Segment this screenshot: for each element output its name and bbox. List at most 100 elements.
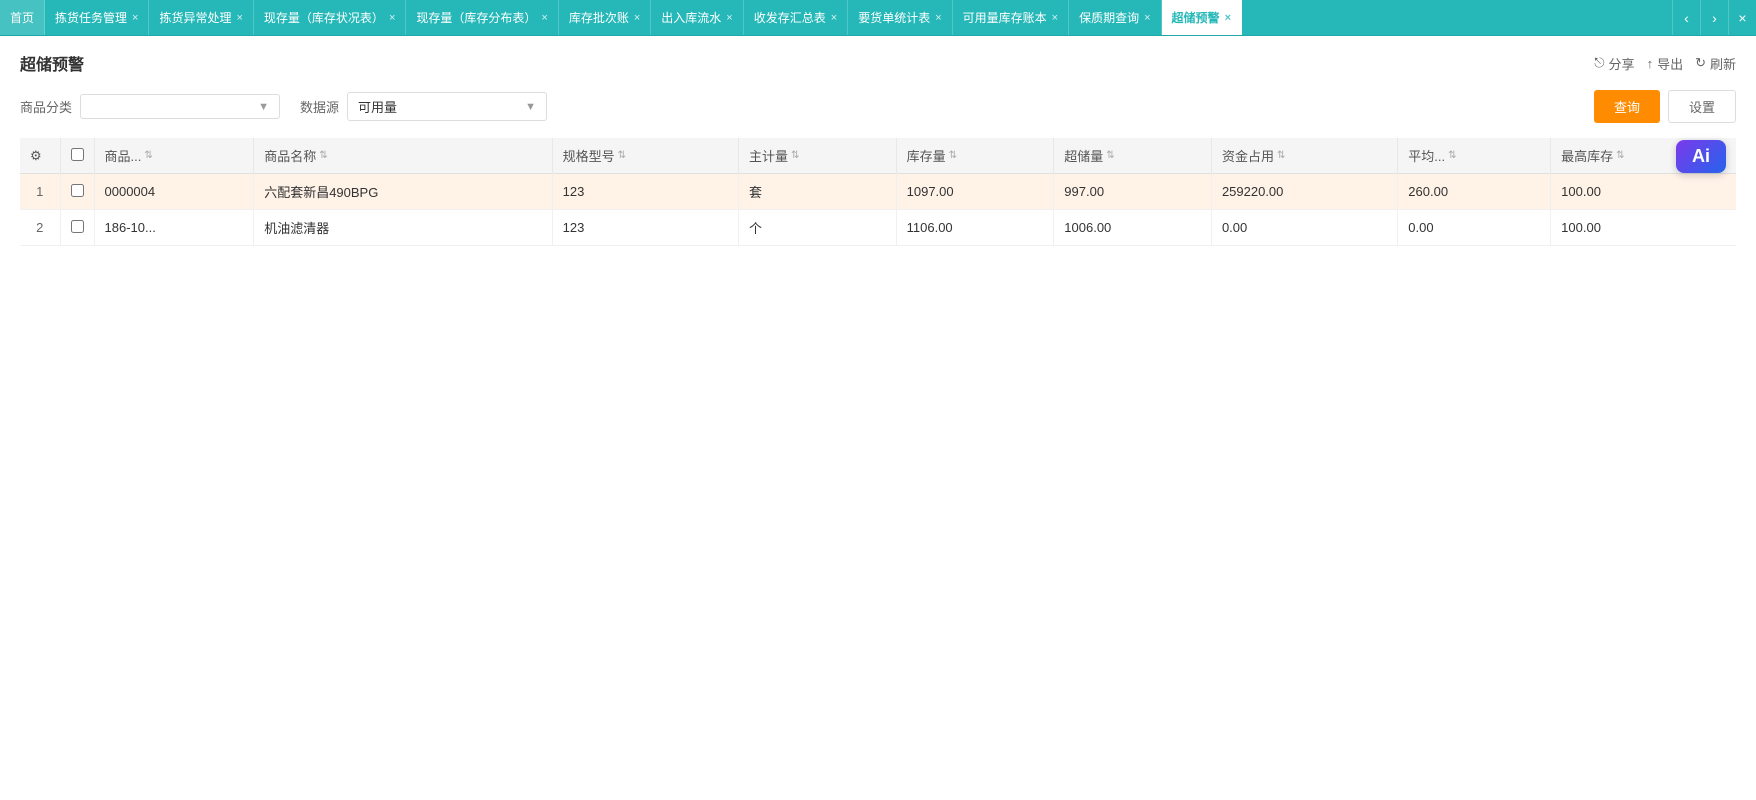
row-checkbox-cell	[60, 210, 94, 246]
close-icon[interactable]: ×	[132, 12, 138, 24]
spec: 123	[552, 210, 738, 246]
nav-tab-inout-flow[interactable]: 出入库流水 ×	[651, 0, 743, 35]
page-title: 超储预警	[20, 51, 84, 75]
refresh-icon: ↻	[1695, 55, 1706, 71]
sort-icon: ⇅	[1106, 150, 1114, 161]
avg-price: 260.00	[1398, 174, 1551, 210]
category-label: 商品分类	[20, 97, 72, 116]
close-icon[interactable]: ×	[831, 12, 837, 24]
sort-icon: ⇅	[1448, 150, 1456, 161]
avg-price: 0.00	[1398, 210, 1551, 246]
query-button[interactable]: 查询	[1594, 90, 1660, 123]
th-unit[interactable]: 主计量 ⇅	[738, 138, 896, 174]
nav-tab-task-mgmt[interactable]: 拣货任务管理 ×	[45, 0, 149, 35]
nav-tab-inventory-dist[interactable]: 现存量（库存分布表） ×	[406, 0, 558, 35]
row-checkbox[interactable]	[71, 220, 84, 233]
close-icon[interactable]: ×	[1052, 12, 1058, 24]
page-header: 超储预警 ⎋ 分享 ↑ 导出 ↻ 刷新	[20, 51, 1736, 75]
filter-row: 商品分类 ▼ 数据源 可用量 ▼ 查询 设置	[20, 90, 1736, 123]
select-all-checkbox[interactable]	[71, 148, 84, 161]
table-body: 1 0000004 六配套新昌490BPG 123 套 1097.00 997.…	[20, 174, 1736, 246]
export-button[interactable]: ↑ 导出	[1647, 54, 1684, 73]
close-icon[interactable]: ×	[236, 12, 242, 24]
product-name: 机油滤清器	[254, 210, 552, 246]
header-actions: ⎋ 分享 ↑ 导出 ↻ 刷新	[1594, 54, 1736, 73]
capital-occupancy: 259220.00	[1211, 174, 1397, 210]
table-header: ⚙ 商品... ⇅ 商品名称 ⇅	[20, 138, 1736, 174]
stock-qty: 1106.00	[896, 210, 1054, 246]
th-spec[interactable]: 规格型号 ⇅	[552, 138, 738, 174]
sort-icon: ⇅	[791, 150, 799, 161]
top-navigation: 首页 拣货任务管理 × 拣货异常处理 × 现存量（库存状况表） × 现存量（库存…	[0, 0, 1756, 36]
close-icon[interactable]: ×	[1225, 12, 1231, 24]
nav-close-button[interactable]: ×	[1728, 0, 1756, 35]
refresh-button[interactable]: ↻ 刷新	[1695, 54, 1736, 73]
th-overstock[interactable]: 超储量 ⇅	[1054, 138, 1212, 174]
data-table: ⚙ 商品... ⇅ 商品名称 ⇅	[20, 138, 1736, 246]
sort-icon: ⇅	[1277, 150, 1285, 161]
share-button[interactable]: ⎋ 分享	[1594, 54, 1634, 73]
chevron-down-icon: ▼	[258, 101, 269, 113]
stock-qty: 1097.00	[896, 174, 1054, 210]
th-avg-price[interactable]: 平均... ⇅	[1398, 138, 1551, 174]
row-checkbox-cell	[60, 174, 94, 210]
gear-icon[interactable]: ⚙	[30, 148, 42, 163]
nav-tab-receive-summary[interactable]: 收发存汇总表 ×	[744, 0, 848, 35]
sort-icon: ⇅	[949, 150, 957, 161]
nav-tab-requisition-stats[interactable]: 要货单统计表 ×	[848, 0, 952, 35]
close-icon[interactable]: ×	[541, 12, 547, 24]
settings-button[interactable]: 设置	[1668, 90, 1736, 123]
category-value	[91, 99, 95, 114]
th-gear: ⚙	[20, 138, 60, 174]
unit: 套	[738, 174, 896, 210]
product-code: 186-10...	[94, 210, 254, 246]
row-number: 1	[20, 174, 60, 210]
unit: 个	[738, 210, 896, 246]
sort-icon: ⇅	[618, 150, 626, 161]
th-product-code[interactable]: 商品... ⇅	[94, 138, 254, 174]
page-content: 超储预警 ⎋ 分享 ↑ 导出 ↻ 刷新 商品分类 ▼ 数据源	[0, 36, 1756, 800]
th-product-name[interactable]: 商品名称 ⇅	[254, 138, 552, 174]
nav-prev-button[interactable]: ‹	[1672, 0, 1700, 35]
nav-tab-overstock-warning[interactable]: 超储预警 ×	[1162, 0, 1242, 35]
close-icon[interactable]: ×	[634, 12, 640, 24]
nav-tab-exception[interactable]: 拣货异常处理 ×	[149, 0, 253, 35]
overstock-qty: 997.00	[1054, 174, 1212, 210]
close-icon[interactable]: ×	[1144, 12, 1150, 24]
nav-tab-home[interactable]: 首页	[0, 0, 45, 35]
filter-buttons: 查询 设置	[1594, 90, 1736, 123]
category-filter: 商品分类 ▼	[20, 94, 280, 119]
ai-button[interactable]: Ai	[1676, 140, 1726, 173]
row-number: 2	[20, 210, 60, 246]
row-checkbox[interactable]	[71, 184, 84, 197]
datasource-filter: 数据源 可用量 ▼	[300, 92, 547, 121]
close-icon[interactable]: ×	[726, 12, 732, 24]
datasource-value: 可用量	[358, 97, 397, 116]
th-capital[interactable]: 资金占用 ⇅	[1211, 138, 1397, 174]
share-icon: ⎋	[1594, 55, 1604, 71]
datasource-select[interactable]: 可用量 ▼	[347, 92, 547, 121]
capital-occupancy: 0.00	[1211, 210, 1397, 246]
spec: 123	[552, 174, 738, 210]
th-stock[interactable]: 库存量 ⇅	[896, 138, 1054, 174]
th-checkbox	[60, 138, 94, 174]
category-select[interactable]: ▼	[80, 94, 280, 119]
nav-tab-expiry-query[interactable]: 保质期查询 ×	[1069, 0, 1161, 35]
nav-tab-batch-account[interactable]: 库存批次账 ×	[559, 0, 651, 35]
datasource-label: 数据源	[300, 97, 339, 116]
max-stock: 100.00	[1551, 210, 1736, 246]
nav-arrows: ‹ › ×	[1672, 0, 1756, 35]
max-stock: 100.00	[1551, 174, 1736, 210]
nav-tab-available-qty[interactable]: 可用量库存账本 ×	[953, 0, 1069, 35]
product-name: 六配套新昌490BPG	[254, 174, 552, 210]
chevron-down-icon: ▼	[525, 101, 536, 113]
product-code: 0000004	[94, 174, 254, 210]
sort-icon: ⇅	[319, 150, 327, 161]
close-icon[interactable]: ×	[935, 12, 941, 24]
close-icon[interactable]: ×	[389, 12, 395, 24]
nav-next-button[interactable]: ›	[1700, 0, 1728, 35]
overstock-qty: 1006.00	[1054, 210, 1212, 246]
table-row: 1 0000004 六配套新昌490BPG 123 套 1097.00 997.…	[20, 174, 1736, 210]
nav-tab-inventory-status[interactable]: 现存量（库存状况表） ×	[254, 0, 406, 35]
sort-icon: ⇅	[1616, 150, 1624, 161]
